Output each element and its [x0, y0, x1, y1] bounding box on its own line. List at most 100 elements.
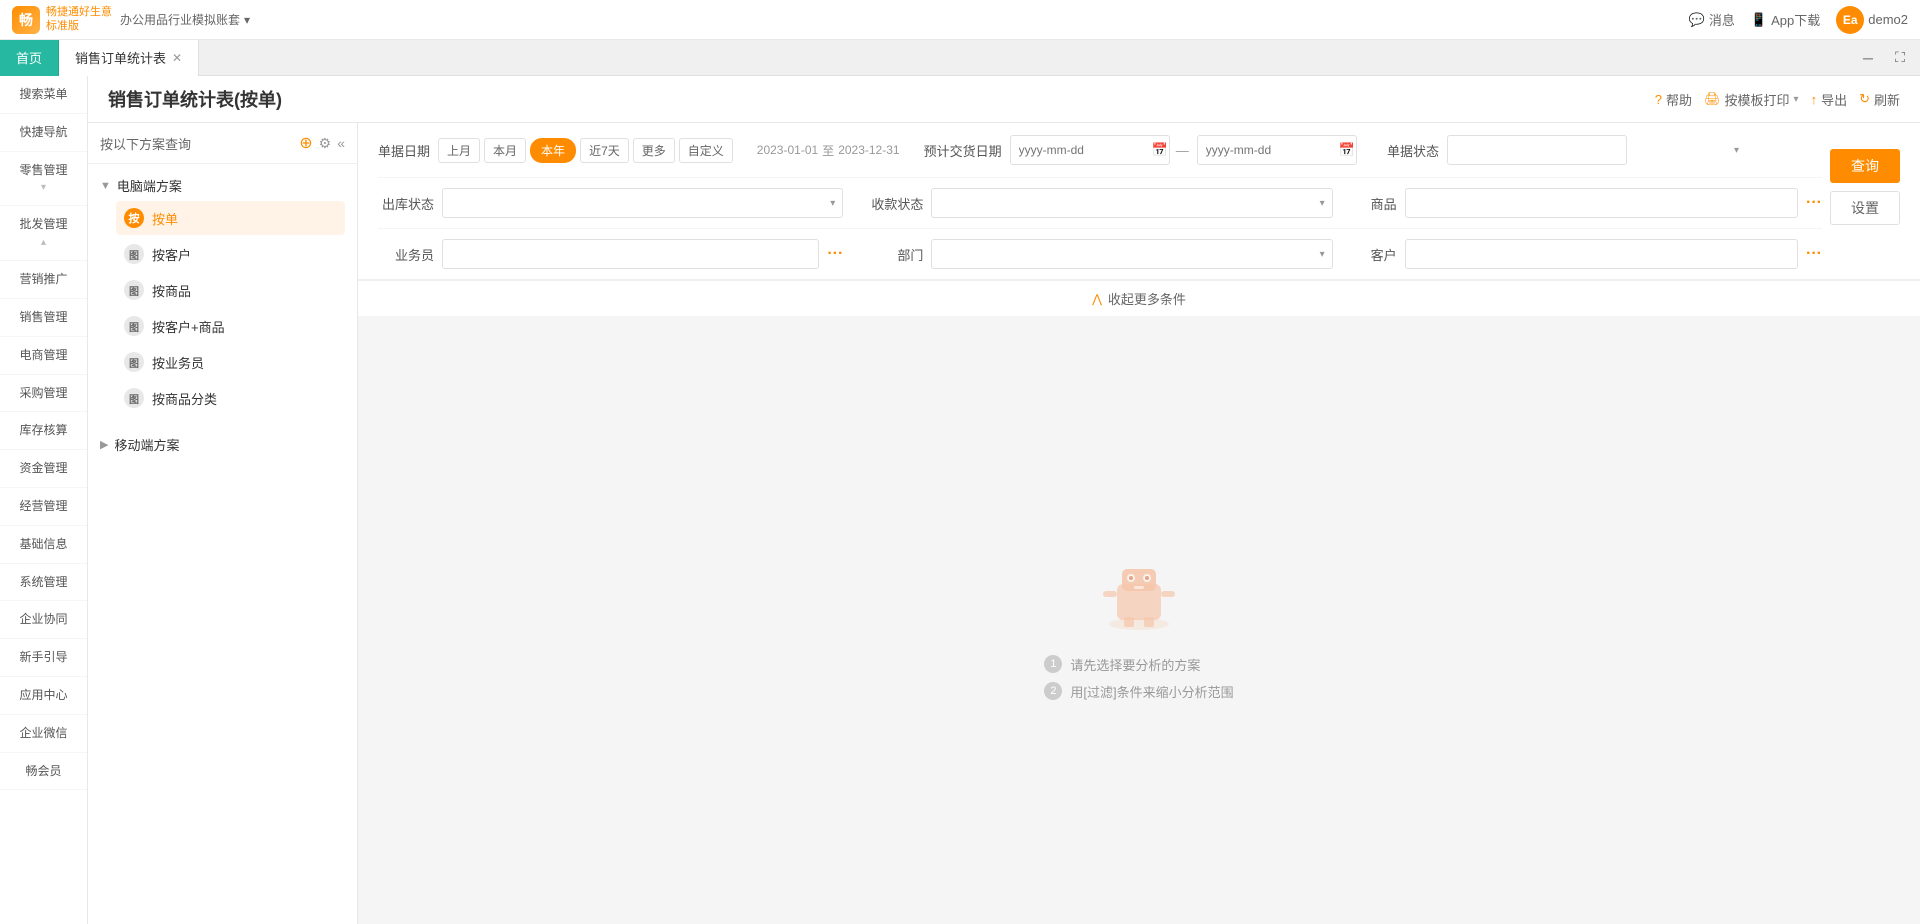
scheme-panel-header: 按以下方案查询 ⊕ ⚙ « [88, 123, 357, 164]
receipt-status-label: 收款状态 [867, 194, 923, 213]
print-button[interactable]: 🖨 按模板打印 ▾ [1704, 90, 1799, 109]
salesman-more-icon[interactable]: ··· [827, 245, 843, 263]
reset-button[interactable]: 设置 [1830, 191, 1900, 225]
tab-close-icon[interactable]: ✕ [172, 51, 182, 65]
date-options: 上月 本月 本年 近7天 更多 自定义 [438, 138, 733, 163]
message-icon: 💬 [1689, 12, 1705, 28]
sidebar-item-ecommerce[interactable]: 电商管理 [0, 337, 87, 375]
logo-icon: 畅 [12, 6, 40, 34]
scheme-icon-by-cust-prod: 图 [124, 316, 144, 336]
settings-scheme-button[interactable]: ⚙ [319, 135, 332, 152]
status-select[interactable] [1447, 135, 1627, 165]
goods-more-icon[interactable]: ··· [1806, 194, 1822, 212]
date-range-display: 2023-01-01 至 2023-12-31 [757, 142, 900, 159]
customer-field: 客户 ··· [1357, 239, 1822, 269]
salesman-field: 业务员 ··· [378, 239, 843, 269]
sidebar-item-marketing[interactable]: 营销推广 [0, 261, 87, 299]
date-last-month-btn[interactable]: 上月 [438, 138, 480, 163]
empty-tips: 1 请先选择要分析的方案 2 用[过滤]条件来缩小分析范围 [1044, 655, 1233, 701]
sidebar-item-search[interactable]: 搜索菜单 [0, 76, 87, 114]
date-more-btn[interactable]: 更多 [633, 138, 675, 163]
status-select-wrapper: ▾ [1447, 135, 1747, 165]
user-menu-button[interactable]: Ea demo2 [1836, 6, 1908, 34]
inner-layout: 按以下方案查询 ⊕ ⚙ « ▼ 电脑端方案 按 按 [88, 123, 1920, 924]
sidebar-item-finance[interactable]: 资金管理 [0, 450, 87, 488]
department-select[interactable] [931, 239, 1332, 269]
department-select-wrapper: ▾ [931, 239, 1332, 269]
tab-stats[interactable]: 销售订单统计表 ✕ [59, 40, 199, 76]
mobile-category: ▶ 移动端方案 [88, 423, 357, 466]
date-this-month-btn[interactable]: 本月 [484, 138, 526, 163]
scheme-item-by-category[interactable]: 图 按商品分类 [116, 381, 345, 415]
customer-more-icon[interactable]: ··· [1806, 245, 1822, 263]
sidebar-item-new-guide[interactable]: 新手引导 [0, 639, 87, 677]
goods-field: 商品 ··· [1357, 188, 1822, 218]
query-button[interactable]: 查询 [1830, 149, 1900, 183]
tab-minimize-button[interactable]: ─ [1856, 46, 1880, 70]
empty-illustration [1089, 539, 1189, 639]
scheme-item-by-cust-prod[interactable]: 图 按客户+商品 [116, 309, 345, 343]
scheme-icon-by-salesman: 图 [124, 352, 144, 372]
scheme-item-by-customer[interactable]: 图 按客户 [116, 237, 345, 271]
collapse-button[interactable]: ⋀ 收起更多条件 [358, 280, 1920, 316]
filter-row-2: 出库状态 ▾ 收款状态 [378, 178, 1822, 229]
sidebar: 搜索菜单 快捷导航 零售管理 ▾ 批发管理 ▴ 营销推广 销售管理 电商管理 采… [0, 76, 88, 924]
filter-row-3: 业务员 ··· 部门 ▾ [378, 229, 1822, 279]
date-label: 单据日期 [378, 141, 430, 160]
scheme-panel-actions: ⊕ ⚙ « [299, 133, 345, 153]
filter-expected-date-field: 预计交货日期 📅 — 📅 [924, 135, 1822, 165]
mobile-category-header[interactable]: ▶ 移动端方案 [100, 429, 345, 460]
date-7days-btn[interactable]: 近7天 [580, 138, 629, 163]
empty-tip-2: 2 用[过滤]条件来缩小分析范围 [1044, 682, 1233, 701]
receipt-status-select[interactable] [931, 188, 1332, 218]
pc-category-header[interactable]: ▼ 电脑端方案 [100, 170, 345, 201]
help-button[interactable]: ? 帮助 [1655, 90, 1692, 109]
sidebar-item-operation[interactable]: 经营管理 [0, 488, 87, 526]
refresh-button[interactable]: ↻ 刷新 [1859, 90, 1900, 109]
goods-input[interactable] [1405, 188, 1798, 218]
chevron-down-icon: ▾ [1794, 94, 1799, 105]
sidebar-item-enterprise-wechat[interactable]: 企业微信 [0, 715, 87, 753]
scheme-icon-by-order: 按 [124, 208, 144, 228]
out-status-label: 出库状态 [378, 194, 434, 213]
date-start-wrap: 📅 [1010, 135, 1168, 165]
scheme-panel: 按以下方案查询 ⊕ ⚙ « ▼ 电脑端方案 按 按 [88, 123, 358, 924]
tab-maximize-button[interactable]: ⛶ [1888, 46, 1912, 70]
filter-top-section: 单据日期 上月 本月 本年 近7天 更多 自定义 [358, 123, 1920, 280]
sidebar-item-basic[interactable]: 基础信息 [0, 526, 87, 564]
goods-label: 商品 [1357, 194, 1397, 213]
salesman-label: 业务员 [378, 245, 434, 264]
customer-input[interactable] [1405, 239, 1798, 269]
sidebar-item-wholesale[interactable]: 批发管理 ▴ [0, 206, 87, 261]
sidebar-item-quick-nav[interactable]: 快捷导航 [0, 114, 87, 152]
collapse-scheme-button[interactable]: « [337, 135, 345, 151]
sidebar-item-enterprise[interactable]: 企业协同 [0, 601, 87, 639]
chevron-down-icon[interactable]: ▾ [244, 13, 250, 27]
sidebar-item-member[interactable]: 畅会员 [0, 753, 87, 791]
add-scheme-button[interactable]: ⊕ [299, 133, 312, 153]
sidebar-item-retail[interactable]: 零售管理 ▾ [0, 152, 87, 207]
empty-tip-1: 1 请先选择要分析的方案 [1044, 655, 1233, 674]
expected-date-end-input[interactable] [1197, 135, 1357, 165]
export-button[interactable]: ↑ 导出 [1811, 90, 1848, 109]
sidebar-item-app-center[interactable]: 应用中心 [0, 677, 87, 715]
expected-date-start-input[interactable] [1010, 135, 1170, 165]
date-this-year-btn[interactable]: 本年 [530, 138, 576, 163]
logo-text: 畅捷通好生意 标准版 [46, 6, 112, 32]
refresh-icon: ↻ [1859, 91, 1870, 107]
scheme-item-by-order[interactable]: 按 按单 [116, 201, 345, 235]
scheme-item-by-product[interactable]: 图 按商品 [116, 273, 345, 307]
message-button[interactable]: 💬 消息 [1689, 10, 1735, 29]
query-buttons: 查询 设置 [1822, 135, 1900, 239]
sidebar-item-purchase[interactable]: 采购管理 [0, 375, 87, 413]
scheme-item-by-salesman[interactable]: 图 按业务员 [116, 345, 345, 379]
app-download-button[interactable]: 📱 App下载 [1751, 10, 1820, 29]
date-custom-btn[interactable]: 自定义 [679, 138, 733, 163]
sidebar-item-sales[interactable]: 销售管理 [0, 299, 87, 337]
tab-home[interactable]: 首页 [0, 40, 59, 76]
out-status-select[interactable] [442, 188, 843, 218]
chevron-down-icon: ▾ [41, 182, 46, 193]
salesman-input[interactable] [442, 239, 819, 269]
sidebar-item-system[interactable]: 系统管理 [0, 564, 87, 602]
sidebar-item-inventory[interactable]: 库存核算 [0, 412, 87, 450]
